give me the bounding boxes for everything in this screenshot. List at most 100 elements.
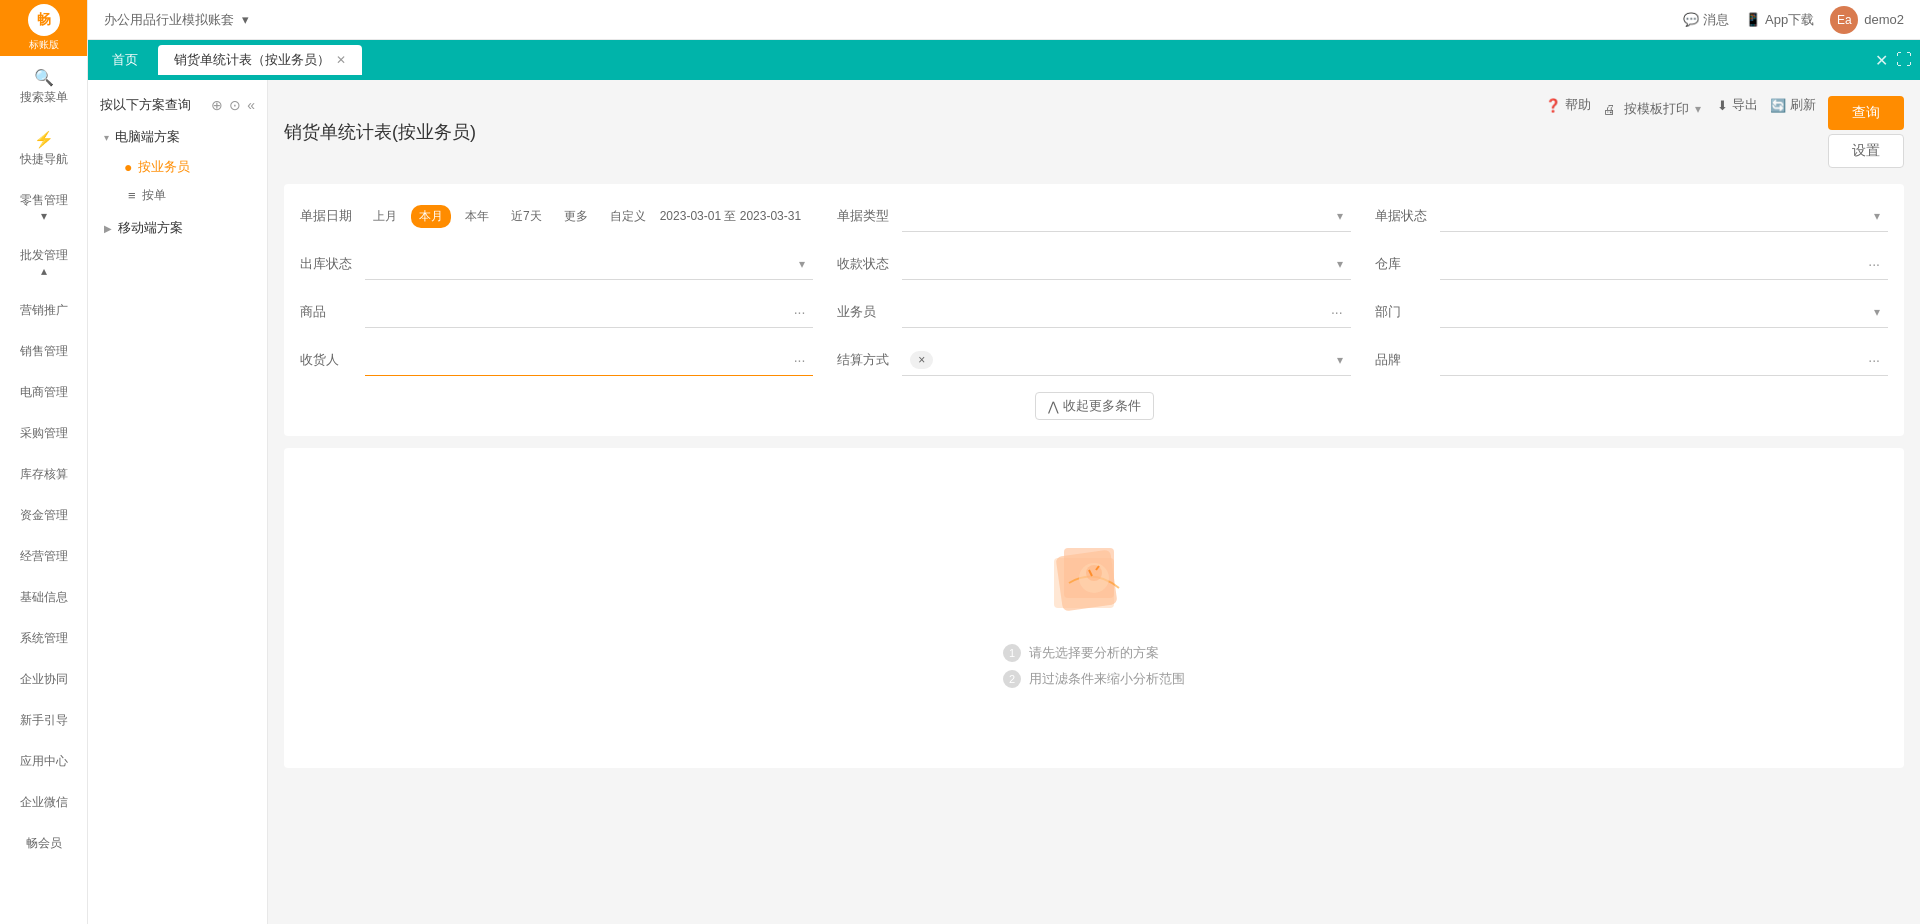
sidebar-item-search[interactable]: 🔍 搜索菜单 [0,56,87,118]
close-window-icon[interactable]: ✕ [1875,51,1888,70]
app-download-button[interactable]: 📱 App下载 [1745,11,1814,29]
sidebar-item-purchase[interactable]: 采购管理 [0,413,87,454]
doc-type-control[interactable]: ▾ [902,200,1350,232]
filter-receiver: 收货人 ··· [300,344,813,376]
receiver-control[interactable]: ··· [365,344,813,376]
setting-button[interactable]: 设置 [1828,134,1904,168]
tab-sales-report[interactable]: 销货单统计表（按业务员） ✕ [158,45,362,75]
logo-icon: 畅 [28,4,60,36]
sidebar-item-label: 批发管理 [4,247,83,264]
date-option-7days[interactable]: 近7天 [503,205,550,228]
salesperson-control[interactable]: ··· [902,296,1350,328]
help-icon: ❓ [1545,98,1561,113]
tree-mobile-group[interactable]: ▶ 移动端方案 [88,213,267,243]
page-actions: ❓ 帮助 🖨 按模板打印 ▾ ⬇ 导出 🔄 刷新 [1545,96,1904,168]
tree-mobile-label: 移动端方案 [118,219,183,237]
date-option-this-month[interactable]: 本月 [411,205,451,228]
sidebar-item-ecom[interactable]: 电商管理 [0,372,87,413]
sidebar-item-system[interactable]: 系统管理 [0,618,87,659]
breadcrumb-text: 办公用品行业模拟账套 [104,11,234,29]
help-button[interactable]: ❓ 帮助 [1545,96,1591,114]
filter-row-1: 单据日期 上月 本月 本年 近7天 更多 自定义 2023-03-01 至 20… [300,200,1888,232]
query-button[interactable]: 查询 [1828,96,1904,130]
sidebar-item-corp[interactable]: 企业协同 [0,659,87,700]
print-arrow-icon[interactable]: ▾ [1693,98,1705,120]
tree-desktop-group[interactable]: ▾ 电脑端方案 [88,122,267,152]
warehouse-more-icon: ··· [1868,256,1880,272]
out-status-label: 出库状态 [300,255,365,273]
export-button[interactable]: ⬇ 导出 [1717,96,1758,114]
date-option-custom[interactable]: 自定义 [602,205,654,228]
sidebar-item-sales[interactable]: 销售管理 [0,331,87,372]
settings-scheme-icon[interactable]: ⊙ [229,97,241,113]
print-button[interactable]: 🖨 按模板打印 ▾ [1603,96,1705,122]
sidebar-item-wholesale[interactable]: 批发管理 ▴ [0,235,87,290]
sidebar-item-label: 应用中心 [4,753,83,770]
salesperson-filter-label: 业务员 [837,303,902,321]
export-label: 导出 [1732,96,1758,114]
filter-payment: 结算方式 × ▾ [837,344,1350,376]
payment-control[interactable]: × ▾ [902,344,1350,376]
step-1-text: 请先选择要分析的方案 [1029,644,1159,662]
brand-label: 品牌 [1375,351,1440,369]
sidebar-item-apps[interactable]: 应用中心 [0,741,87,782]
left-panel: 按以下方案查询 ⊕ ⊙ « ▾ 电脑端方案 ● 按业务员 ≡ 按单 [88,80,268,924]
quick-icon: ⚡ [4,130,83,149]
logo-text: 标账版 [29,38,59,52]
sidebar-item-finance[interactable]: 资金管理 [0,495,87,536]
breadcrumb-arrow-icon[interactable]: ▾ [242,12,249,27]
salesperson-scheme-icon: ● [124,159,132,175]
sidebar-item-label: 库存核算 [4,466,83,483]
tab-close-icon[interactable]: ✕ [336,53,346,67]
right-content: 销货单统计表(按业务员) ❓ 帮助 🖨 按模板打印 ▾ ⬇ 导出 [268,80,1920,924]
empty-svg [1034,528,1154,628]
tree-item-salesperson[interactable]: ● 按业务员 [116,152,267,182]
add-scheme-icon[interactable]: ⊕ [211,97,223,113]
department-dropdown-icon: ▾ [1874,305,1880,319]
sidebar-item-newbie[interactable]: 新手引导 [0,700,87,741]
date-option-more[interactable]: 更多 [556,205,596,228]
user-menu[interactable]: Ea demo2 [1830,6,1904,34]
step-2-text: 用过滤条件来缩小分析范围 [1029,670,1185,688]
per-doc-label: 按单 [142,187,166,204]
expand-arrow-icon: ▾ [104,132,109,143]
filter-area: 单据日期 上月 本月 本年 近7天 更多 自定义 2023-03-01 至 20… [284,184,1904,436]
page-title-row: 销货单统计表(按业务员) ❓ 帮助 🖨 按模板打印 ▾ ⬇ 导出 [284,96,1904,168]
message-button[interactable]: 💬 消息 [1683,11,1729,29]
sidebar-item-label: 基础信息 [4,589,83,606]
empty-illustration [1034,528,1154,628]
product-label: 商品 [300,303,365,321]
date-option-this-year[interactable]: 本年 [457,205,497,228]
sidebar-item-basic[interactable]: 基础信息 [0,577,87,618]
avatar-initials: Ea [1837,13,1852,27]
product-control[interactable]: ··· [365,296,813,328]
department-control[interactable]: ▾ [1440,296,1888,328]
maximize-icon[interactable]: ⛶ [1896,51,1912,70]
svg-point-4 [1086,565,1102,581]
tab-home[interactable]: 首页 [96,45,154,75]
sidebar-item-label: 营销推广 [4,302,83,319]
receipt-status-control[interactable]: ▾ [902,248,1350,280]
expand-icon: ▾ [4,209,83,223]
payment-tag-close-icon[interactable]: × [918,353,925,367]
sidebar-item-member[interactable]: 畅会员 [0,823,87,864]
sidebar-item-label: 企业协同 [4,671,83,688]
receiver-label: 收货人 [300,351,365,369]
sidebar-item-quick[interactable]: ⚡ 快捷导航 [0,118,87,180]
sub-item-per-doc[interactable]: ≡ 按单 [88,182,267,209]
sidebar-item-marketing[interactable]: 营销推广 [0,290,87,331]
sidebar-item-retail[interactable]: 零售管理 ▾ [0,180,87,235]
filter-out-status: 出库状态 ▾ [300,248,813,280]
sidebar-item-inventory[interactable]: 库存核算 [0,454,87,495]
sidebar-item-biz[interactable]: 经营管理 [0,536,87,577]
warehouse-control[interactable]: ··· [1440,248,1888,280]
collapse-panel-icon[interactable]: « [247,97,255,113]
collapse-button[interactable]: ⋀ 收起更多条件 [1035,392,1154,420]
out-status-control[interactable]: ▾ [365,248,813,280]
doc-status-control[interactable]: ▾ [1440,200,1888,232]
refresh-button[interactable]: 🔄 刷新 [1770,96,1816,114]
brand-control[interactable]: ··· [1440,344,1888,376]
date-option-last-month[interactable]: 上月 [365,205,405,228]
sidebar-item-wechat[interactable]: 企业微信 [0,782,87,823]
left-panel-icons: ⊕ ⊙ « [211,97,255,113]
